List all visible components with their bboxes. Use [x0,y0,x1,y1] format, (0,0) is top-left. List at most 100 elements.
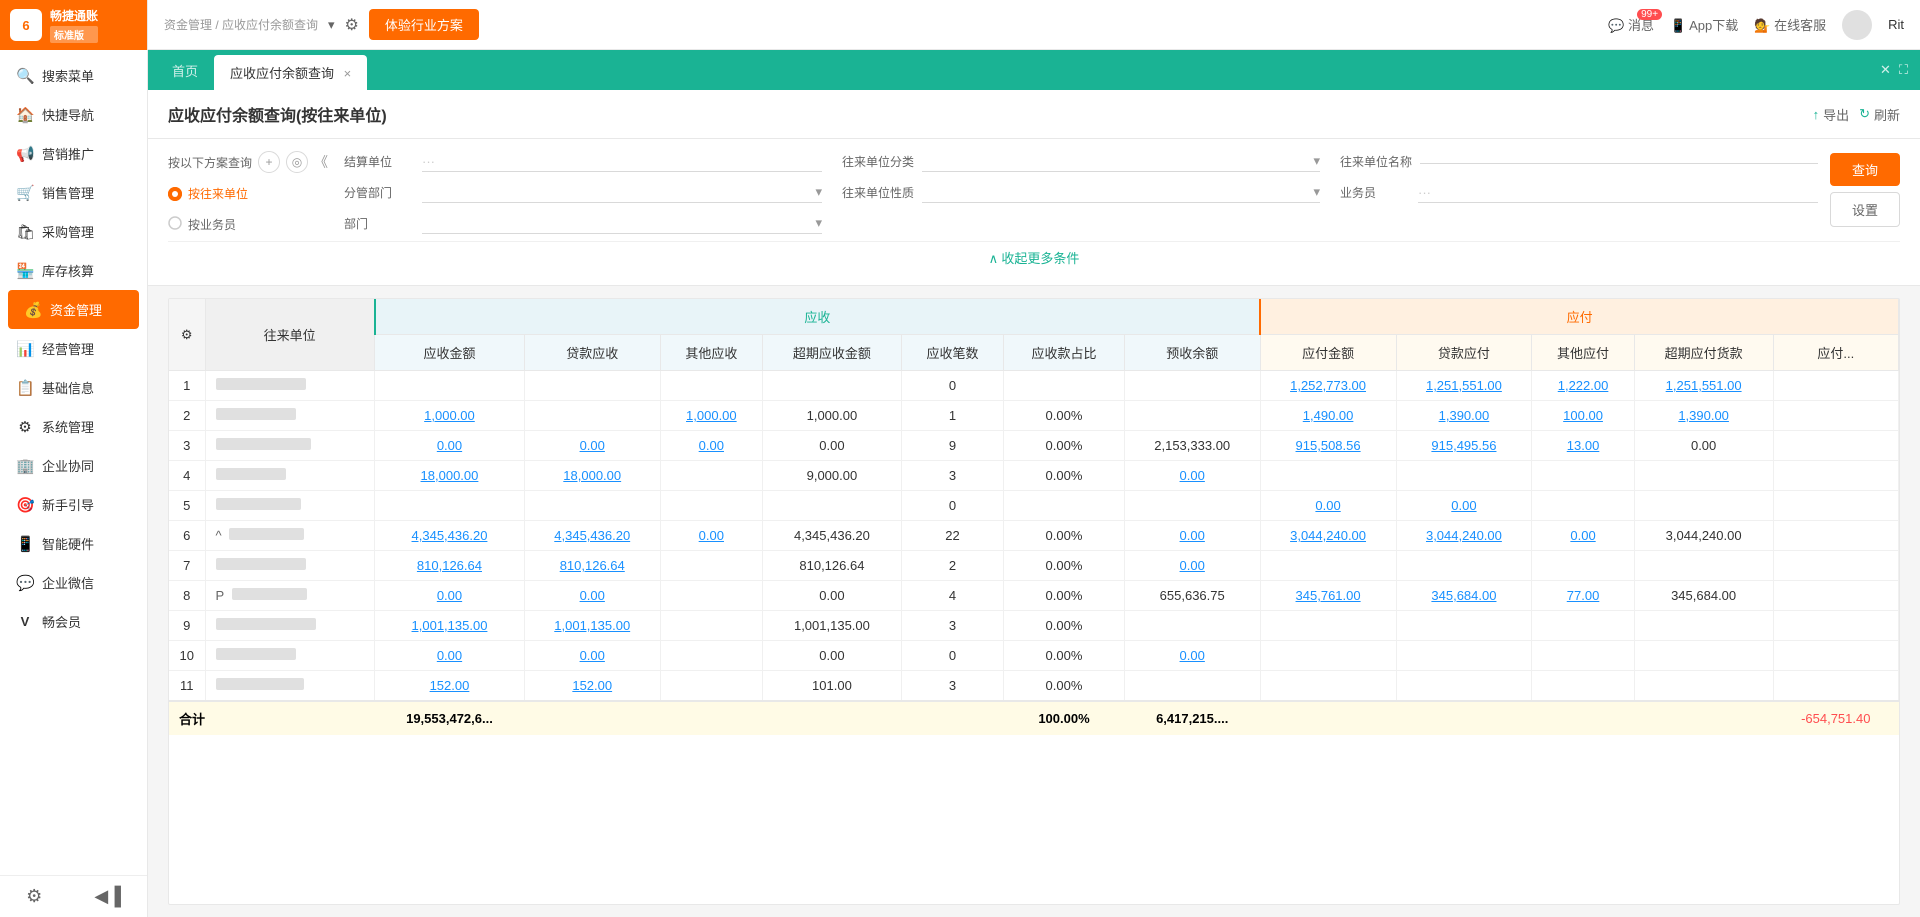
dept-input[interactable]: ▾ [422,182,822,203]
refresh-button[interactable]: ↻ 刷新 [1859,105,1900,124]
table-footer: 合计 19,553,472,6... 100.00% 6,417,215.... [169,701,1899,735]
sidebar-item-operations[interactable]: 📊经营管理 [0,329,147,368]
filter-field-dept: 分管部门 ▾ [344,182,822,203]
table-row: 2 1,000.00 1,000.00 1,000.00 1 0.00% 1,4… [169,401,1899,431]
sidebar-item-guide[interactable]: 🎯新手引导 [0,485,147,524]
query-button[interactable]: 查询 [1830,153,1900,186]
sidebar-bottom-settings[interactable]: ⚙ [26,886,42,907]
filter-right: 结算单位 ··· 往来单位分类 ▾ [344,151,1900,237]
sidebar-item-sales[interactable]: 🛒销售管理 [0,173,147,212]
scheme-option-unit[interactable]: 按往来单位 [168,181,328,206]
topbar-settings-icon[interactable]: ⚙ [345,15,359,35]
page-title: 应收应付余额查询(按往来单位) [168,102,387,138]
online-service[interactable]: 💁 在线客服 [1754,15,1826,34]
export-button[interactable]: ↑ 导出 [1813,105,1850,124]
sidebar-item-collab[interactable]: 🏢企业协同 [0,446,147,485]
scheme-option-sales[interactable]: 按业务员 [168,212,328,237]
table-row: 8 P 0.00 0.00 0.00 4 0.00% 655,636.75 [169,581,1899,611]
tabbar: 首页 应收应付余额查询 × ✕ ⛶ [148,50,1920,90]
app-icon: 📱 [1670,18,1686,33]
guide-icon: 🎯 [16,496,34,514]
sidebar-item-hardware[interactable]: 📱智能硬件 [0,524,147,563]
th-settings[interactable]: ⚙ [169,299,205,371]
table-row: 4 18,000.00 18,000.00 9,000.00 3 0.00% 0… [169,461,1899,491]
sidebar-item-inventory[interactable]: 🏪库存核算 [0,251,147,290]
tab-home[interactable]: 首页 [156,53,214,88]
sidebar-item-basic[interactable]: 📋基础信息 [0,368,147,407]
th-ar-overdue: 超期应收金额 [763,335,902,371]
category-input[interactable]: ▾ [922,151,1320,172]
footer-ap-total: -654,751.40 [1773,701,1898,735]
th-ap-other: 其他应付 [1532,335,1634,371]
table-row: 1 0 1,252,773.00 1,251,551.00 1,222.00 1… [169,371,1899,401]
sidebar-item-marketing[interactable]: 📢营销推广 [0,134,147,173]
th-ap-loan: 贷款应付 [1396,335,1532,371]
th-ar-other: 其他应收 [660,335,762,371]
th-ap-overdue: 超期应付货款 [1634,335,1773,371]
sidebar-bottom-collapse[interactable]: ◀▐ [94,886,121,907]
nature-input[interactable]: ▾ [922,182,1320,203]
basic-icon: 📋 [16,379,34,397]
sidebar-item-wechat[interactable]: 💬企业微信 [0,563,147,602]
th-ar-count: 应收笔数 [901,335,1003,371]
th-unit: 往来单位 [205,299,375,371]
logo-text: 畅捷通账 [50,7,98,24]
scheme-settings-button[interactable]: ◎ [286,151,308,173]
sidebar-item-member[interactable]: V畅会员 [0,602,147,641]
collapse-scheme-button[interactable]: 《 [314,152,328,172]
th-ar-group: 应收 [375,299,1261,335]
scheme-options: 按往来单位 按业务员 [168,181,328,237]
sidebar-item-finance[interactable]: 💰资金管理 [8,290,139,329]
sidebar-item-system[interactable]: ⚙系统管理 [0,407,147,446]
badge-count: 99+ [1637,9,1662,20]
th-ar-ratio: 应收款占比 [1004,335,1125,371]
tab-arquery[interactable]: 应收应付余额查询 × [214,55,367,90]
scheme-label-unit: 按往来单位 [188,185,248,202]
add-scheme-button[interactable]: + [258,151,280,173]
page-actions: ↑ 导出 ↻ 刷新 [1813,105,1900,136]
sidebar-item-search[interactable]: 🔍搜索菜单 [0,56,147,95]
chevron-up-icon: ∧ [989,251,999,266]
content-area: 应收应付余额查询(按往来单位) ↑ 导出 ↻ 刷新 按以下方案查询 [148,90,1920,917]
promo-button[interactable]: 体验行业方案 [369,9,479,40]
avatar [1842,10,1872,40]
app-download[interactable]: 📱 App下载 [1670,15,1738,34]
sidebar-nav: 🔍搜索菜单 🏠快捷导航 📢营销推广 🛒销售管理 🛍采购管理 🏪库存核算 💰资金管… [0,50,147,875]
table-row: 5 0 0.00 0.00 [169,491,1899,521]
filter-area: 按以下方案查询 + ◎ 《 按往来单位 [148,139,1920,286]
th-ap-group: 应付 [1260,299,1898,335]
table-row: 10 0.00 0.00 0.00 0 0.00% 0.00 [169,641,1899,671]
expand-icon[interactable]: ⛶ [1899,62,1908,78]
table-body: 1 0 1,252,773.00 1,251,551.00 1,222.00 1… [169,371,1899,702]
tab-close-icon[interactable]: × [344,66,352,81]
settlement-input[interactable]: ··· [422,152,822,172]
sidebar-item-purchase[interactable]: 🛍采购管理 [0,212,147,251]
scheme-selector: 按以下方案查询 + ◎ 《 按往来单位 [168,151,328,237]
table-row: 9 1,001,135.00 1,001,135.00 1,001,135.00… [169,611,1899,641]
service-icon: 💁 [1754,18,1770,33]
logo-sub: 标准版 [50,26,98,43]
filter-fields: 结算单位 ··· 往来单位分类 ▾ [344,151,1818,237]
collab-icon: 🏢 [16,457,34,475]
breadcrumb: 资金管理 / 应收应付余额查询 [164,16,318,33]
footer-prepay: 6,417,215.... [1124,701,1260,735]
filter-collapse-bar[interactable]: ∧ 收起更多条件 [168,241,1900,273]
sidebar-item-nav[interactable]: 🏠快捷导航 [0,95,147,134]
subdept-input[interactable]: ▾ [422,213,822,234]
settings-button[interactable]: 设置 [1830,192,1900,227]
breadcrumb-dropdown[interactable]: ▾ [328,17,335,33]
name-input[interactable] [1420,159,1818,164]
message-badge[interactable]: 💬 消息 99+ [1608,15,1654,34]
filter-field-subdept: 部门 ▾ [344,213,822,234]
table-container: ⚙ 往来单位 应收 应付 应收金额 贷款应收 其他应收 超期应收金额 应收笔数 … [168,298,1900,905]
member-icon: V [16,614,34,629]
table-row: 6 ^ 4,345,436.20 4,345,436.20 0.00 4,345… [169,521,1899,551]
footer-ar-total: 19,553,472,6... [375,701,525,735]
close-window-icon[interactable]: ✕ [1880,62,1891,78]
salesperson-input[interactable]: ··· [1418,183,1818,203]
th-ap-amount: 应付金额 [1260,335,1396,371]
sidebar-logo: 6 畅捷通账 标准版 [0,0,147,50]
user-name: Rit [1888,17,1904,32]
table-row: 3 0.00 0.00 0.00 0.00 9 0.00% 2,153,333.… [169,431,1899,461]
page-header: 应收应付余额查询(按往来单位) ↑ 导出 ↻ 刷新 [148,90,1920,139]
